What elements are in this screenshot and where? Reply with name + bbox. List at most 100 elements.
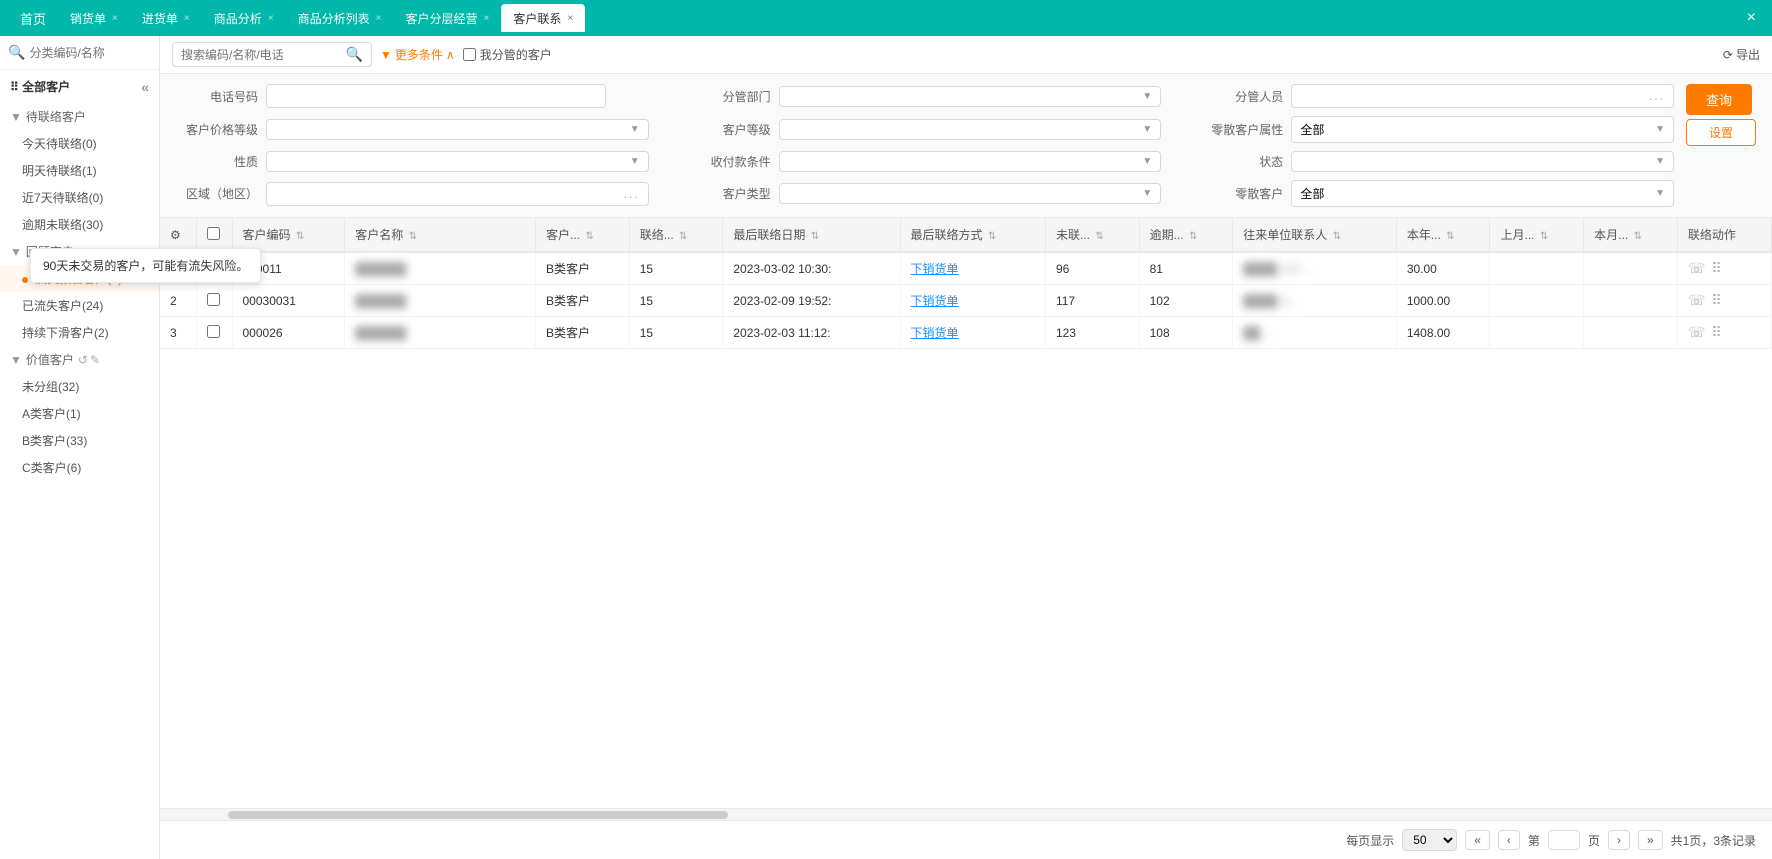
window-close-button[interactable]: × <box>1739 9 1764 27</box>
query-button[interactable]: 查询 <box>1686 84 1752 115</box>
manager-dots[interactable]: ... <box>1649 89 1665 103</box>
tab-salesorder[interactable]: 销货单 × <box>58 4 130 32</box>
close-customer-stratify-icon[interactable]: × <box>483 13 489 24</box>
sort-uncontacted-icon[interactable]: ⇅ <box>1095 231 1103 242</box>
search-submit-icon[interactable]: 🔍 <box>346 46 363 63</box>
last-page-button[interactable]: » <box>1638 830 1663 850</box>
dept-select[interactable]: ▼ <box>779 86 1162 107</box>
sort-name-icon[interactable]: ⇅ <box>409 231 417 242</box>
sidebar-item-class-c[interactable]: C类客户(6) <box>0 454 159 481</box>
row2-contact-count: 15 <box>629 285 723 317</box>
sort-this-month-icon[interactable]: ⇅ <box>1634 231 1642 242</box>
export-button[interactable]: ⟳ 导出 <box>1723 46 1760 63</box>
row1-call-icon[interactable]: ☏ <box>1688 260 1706 277</box>
row1-method-link[interactable]: 下销货单 <box>911 262 959 276</box>
sort-type-icon[interactable]: ⇅ <box>585 231 593 242</box>
payment-select[interactable]: ▼ <box>779 151 1162 172</box>
tab-product-analysis-list[interactable]: 商品分析列表 × <box>286 4 394 32</box>
customer-grade-select[interactable]: ▼ <box>779 119 1162 140</box>
collapse-sidebar-icon[interactable]: « <box>141 79 149 95</box>
sort-person-icon[interactable]: ⇅ <box>1333 231 1341 242</box>
row2-call-icon[interactable]: ☏ <box>1688 292 1706 309</box>
prev-page-button[interactable]: ‹ <box>1498 830 1520 850</box>
sort-this-year-icon[interactable]: ⇅ <box>1446 231 1454 242</box>
sidebar-item-ungrouped[interactable]: 未分组(32) <box>0 373 159 400</box>
row3-more-icon[interactable]: ⠿ <box>1711 324 1721 341</box>
region-input[interactable]: ... <box>266 182 649 206</box>
my-customers-checkbox[interactable] <box>463 48 476 61</box>
retail-attr-chevron-icon: ▼ <box>1655 124 1665 135</box>
tab-customer-stratify[interactable]: 客户分层经营 × <box>393 4 501 32</box>
export-icon: ⟳ <box>1723 48 1733 62</box>
nature-select[interactable]: ▼ <box>266 151 649 172</box>
row1-more-icon[interactable]: ⠿ <box>1711 260 1721 277</box>
row3-call-icon[interactable]: ☏ <box>1688 324 1706 341</box>
more-conditions-button[interactable]: ▼ 更多条件 ∧ <box>380 46 455 63</box>
sort-overdue-icon[interactable]: ⇅ <box>1189 231 1197 242</box>
next-page-button[interactable]: › <box>1608 830 1630 850</box>
sidebar-section-value[interactable]: ▼ 价值客户 ↺ ✎ <box>0 346 159 373</box>
my-customers-checkbox-label[interactable]: 我分管的客户 <box>463 46 552 63</box>
row2-uncontacted: 117 <box>1045 285 1139 317</box>
sidebar-item-class-a[interactable]: A类客户(1) <box>0 400 159 427</box>
retail-attr-select[interactable]: 全部 ▼ <box>1291 116 1674 143</box>
close-product-analysis-icon[interactable]: × <box>268 13 274 24</box>
settings-icon[interactable]: ⚙ <box>170 228 181 242</box>
sidebar-section-pending[interactable]: ▼ 待联络客户 <box>0 103 159 130</box>
tab-customer-contact[interactable]: 客户联系 × <box>501 4 585 32</box>
sort-method-icon[interactable]: ⇅ <box>988 231 996 242</box>
sidebar-item-already-churned[interactable]: 已流失客户(24) <box>0 292 159 319</box>
row2-method-link[interactable]: 下销货单 <box>911 294 959 308</box>
search-input[interactable] <box>181 48 346 62</box>
close-customer-contact-icon[interactable]: × <box>567 13 573 24</box>
select-all-checkbox[interactable] <box>207 227 220 240</box>
all-customers-header[interactable]: ⠿ 全部客户 « <box>0 70 159 103</box>
row3-checkbox <box>196 317 232 349</box>
sidebar-item-declining[interactable]: 持续下滑客户(2) <box>0 319 159 346</box>
sort-contact-icon[interactable]: ⇅ <box>679 231 687 242</box>
sidebar-item-overdue-pending[interactable]: 逾期未联络(30) <box>0 211 159 238</box>
home-tab[interactable]: 首页 <box>8 9 58 28</box>
sort-last-month-icon[interactable]: ⇅ <box>1540 231 1548 242</box>
row1-uncontacted: 96 <box>1045 252 1139 285</box>
row3-select-checkbox[interactable] <box>207 325 220 338</box>
filter-field-customer-type: 客户类型 ▼ <box>689 183 1162 204</box>
setting-button[interactable]: 设置 <box>1686 119 1756 146</box>
filter-field-customer-grade: 客户等级 ▼ <box>689 119 1162 140</box>
row2-more-icon[interactable]: ⠿ <box>1711 292 1721 309</box>
sidebar-item-7day-pending[interactable]: 近7天待联络(0) <box>0 184 159 211</box>
page-number-input[interactable]: 1 <box>1548 830 1580 850</box>
close-salesorder-icon[interactable]: × <box>112 13 118 24</box>
phone-input[interactable] <box>266 84 606 108</box>
row2-index: 2 <box>160 285 196 317</box>
status-select[interactable]: ▼ <box>1291 151 1674 172</box>
manager-input[interactable]: ... <box>1291 84 1674 108</box>
close-product-analysis-list-icon[interactable]: × <box>376 13 382 24</box>
price-grade-select[interactable]: ▼ <box>266 119 649 140</box>
row3-code: 000026 <box>232 317 345 349</box>
row2-select-checkbox[interactable] <box>207 293 220 306</box>
region-dots[interactable]: ... <box>624 187 640 201</box>
tab-purchaseorder[interactable]: 进货单 × <box>130 4 202 32</box>
row3-name: ██████ <box>345 317 536 349</box>
close-purchaseorder-icon[interactable]: × <box>184 13 190 24</box>
sort-code-icon[interactable]: ⇅ <box>296 231 304 242</box>
edit-value-icon[interactable]: ✎ <box>90 353 100 367</box>
page-size-select[interactable]: 50 100 <box>1402 829 1457 851</box>
sidebar-item-today-pending[interactable]: 今天待联络(0) <box>0 130 159 157</box>
sidebar-item-tomorrow-pending[interactable]: 明天待联络(1) <box>0 157 159 184</box>
first-page-button[interactable]: « <box>1465 830 1490 850</box>
content-area: 🔍 ▼ 更多条件 ∧ 我分管的客户 ⟳ 导出 <box>160 36 1772 859</box>
row3-method-link[interactable]: 下销货单 <box>911 326 959 340</box>
th-contact-count: 联络... ⇅ <box>629 218 723 252</box>
sidebar-search-input[interactable] <box>29 46 160 60</box>
retail-select[interactable]: 全部 ▼ <box>1291 180 1674 207</box>
refresh-value-icon[interactable]: ↺ <box>78 353 88 367</box>
horizontal-scrollbar[interactable] <box>160 808 1772 820</box>
scrollbar-thumb[interactable] <box>228 811 728 819</box>
sort-date-icon[interactable]: ⇅ <box>811 231 819 242</box>
customer-type-select[interactable]: ▼ <box>779 183 1162 204</box>
tab-product-analysis[interactable]: 商品分析 × <box>202 4 286 32</box>
row1-last-method: 下销货单 <box>900 252 1045 285</box>
sidebar-item-class-b[interactable]: B类客户(33) <box>0 427 159 454</box>
